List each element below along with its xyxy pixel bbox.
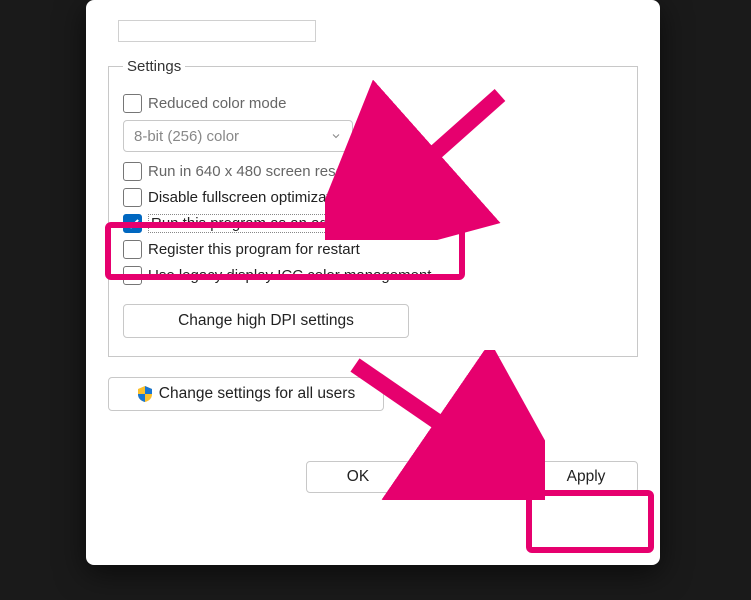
reduced-color-row[interactable]: Reduced color mode [123, 94, 623, 113]
run-as-admin-label: Run this program as an administrator [148, 214, 401, 233]
settings-legend: Settings [123, 58, 185, 75]
color-mode-select[interactable]: 8-bit (256) color [123, 120, 353, 152]
disable-fullscreen-row[interactable]: Disable fullscreen optimizations [123, 188, 623, 207]
ok-button[interactable]: OK [306, 461, 410, 493]
properties-dialog: Settings Reduced color mode 8-bit (256) … [86, 0, 660, 565]
disable-fullscreen-label: Disable fullscreen optimizations [148, 189, 358, 206]
run-640-checkbox[interactable] [123, 162, 142, 181]
top-placeholder [118, 20, 316, 42]
run-640-label: Run in 640 x 480 screen resolution [148, 163, 380, 180]
legacy-icc-checkbox[interactable] [123, 266, 142, 285]
register-restart-row[interactable]: Register this program for restart [123, 240, 623, 259]
change-dpi-label: Change high DPI settings [178, 312, 354, 330]
register-restart-checkbox[interactable] [123, 240, 142, 259]
run-as-admin-row[interactable]: Run this program as an administrator [123, 214, 623, 233]
legacy-icc-label: Use legacy display ICC color management [148, 267, 431, 284]
legacy-icc-row[interactable]: Use legacy display ICC color management [123, 266, 623, 285]
run-as-admin-checkbox[interactable] [123, 214, 142, 233]
cancel-button[interactable]: Cancel [420, 461, 524, 493]
run-640-row[interactable]: Run in 640 x 480 screen resolution [123, 162, 623, 181]
change-all-users-button[interactable]: Change settings for all users [108, 377, 384, 411]
cancel-label: Cancel [448, 468, 496, 486]
change-all-users-label: Change settings for all users [159, 385, 355, 403]
register-restart-label: Register this program for restart [148, 241, 360, 258]
dialog-footer: OK Cancel Apply [108, 461, 638, 493]
color-mode-value: 8-bit (256) color [134, 128, 239, 145]
ok-label: OK [347, 468, 369, 486]
shield-icon [137, 386, 153, 402]
settings-fieldset: Settings Reduced color mode 8-bit (256) … [108, 58, 638, 357]
change-dpi-button[interactable]: Change high DPI settings [123, 304, 409, 338]
disable-fullscreen-checkbox[interactable] [123, 188, 142, 207]
chevron-down-icon [330, 130, 342, 142]
reduced-color-checkbox[interactable] [123, 94, 142, 113]
apply-label: Apply [567, 468, 606, 486]
reduced-color-label: Reduced color mode [148, 95, 286, 112]
apply-button[interactable]: Apply [534, 461, 638, 493]
